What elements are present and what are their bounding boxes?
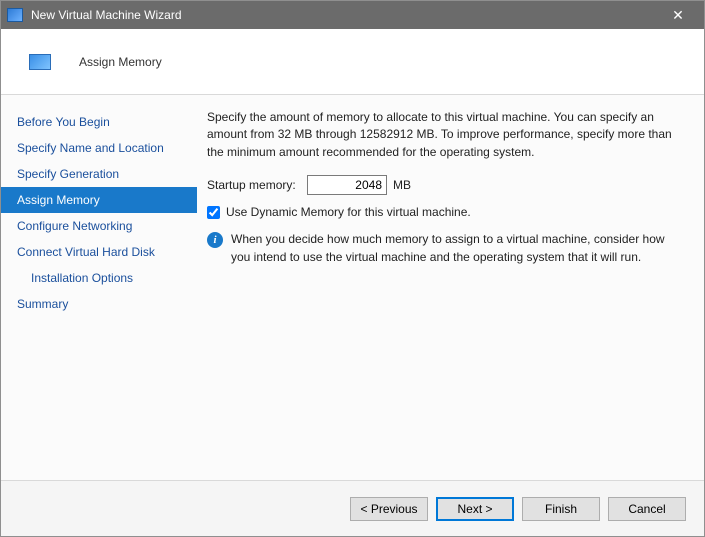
info-icon: i bbox=[207, 232, 223, 248]
window-title: New Virtual Machine Wizard bbox=[31, 8, 658, 22]
description-text: Specify the amount of memory to allocate… bbox=[207, 109, 684, 161]
nav-specify-generation[interactable]: Specify Generation bbox=[1, 161, 197, 187]
nav-summary[interactable]: Summary bbox=[1, 291, 197, 317]
close-icon[interactable]: ✕ bbox=[658, 1, 698, 29]
startup-memory-label: Startup memory: bbox=[207, 178, 307, 192]
startup-memory-unit: MB bbox=[393, 178, 411, 192]
wizard-header: Assign Memory bbox=[1, 29, 704, 95]
nav-configure-networking[interactable]: Configure Networking bbox=[1, 213, 197, 239]
wizard-nav: Before You Begin Specify Name and Locati… bbox=[1, 95, 197, 480]
startup-memory-row: Startup memory: MB bbox=[207, 175, 684, 195]
app-icon bbox=[7, 8, 23, 22]
titlebar: New Virtual Machine Wizard ✕ bbox=[1, 1, 704, 29]
finish-button[interactable]: Finish bbox=[522, 497, 600, 521]
nav-connect-vhd[interactable]: Connect Virtual Hard Disk bbox=[1, 239, 197, 265]
wizard-footer: < Previous Next > Finish Cancel bbox=[1, 480, 704, 536]
dynamic-memory-label: Use Dynamic Memory for this virtual mach… bbox=[226, 205, 471, 219]
dynamic-memory-row[interactable]: Use Dynamic Memory for this virtual mach… bbox=[207, 205, 684, 219]
nav-assign-memory[interactable]: Assign Memory bbox=[1, 187, 197, 213]
nav-installation-options[interactable]: Installation Options bbox=[1, 265, 197, 291]
dynamic-memory-checkbox[interactable] bbox=[207, 206, 220, 219]
info-box: i When you decide how much memory to ass… bbox=[207, 231, 684, 266]
wizard-window: New Virtual Machine Wizard ✕ Assign Memo… bbox=[0, 0, 705, 537]
wizard-body: Before You Begin Specify Name and Locati… bbox=[1, 95, 704, 480]
nav-before-you-begin[interactable]: Before You Begin bbox=[1, 109, 197, 135]
startup-memory-input[interactable] bbox=[307, 175, 387, 195]
info-text: When you decide how much memory to assig… bbox=[231, 231, 684, 266]
wizard-content: Specify the amount of memory to allocate… bbox=[197, 95, 704, 480]
page-title: Assign Memory bbox=[79, 55, 162, 69]
cancel-button[interactable]: Cancel bbox=[608, 497, 686, 521]
next-button[interactable]: Next > bbox=[436, 497, 514, 521]
previous-button[interactable]: < Previous bbox=[350, 497, 428, 521]
monitor-icon bbox=[29, 54, 51, 70]
nav-specify-name-location[interactable]: Specify Name and Location bbox=[1, 135, 197, 161]
